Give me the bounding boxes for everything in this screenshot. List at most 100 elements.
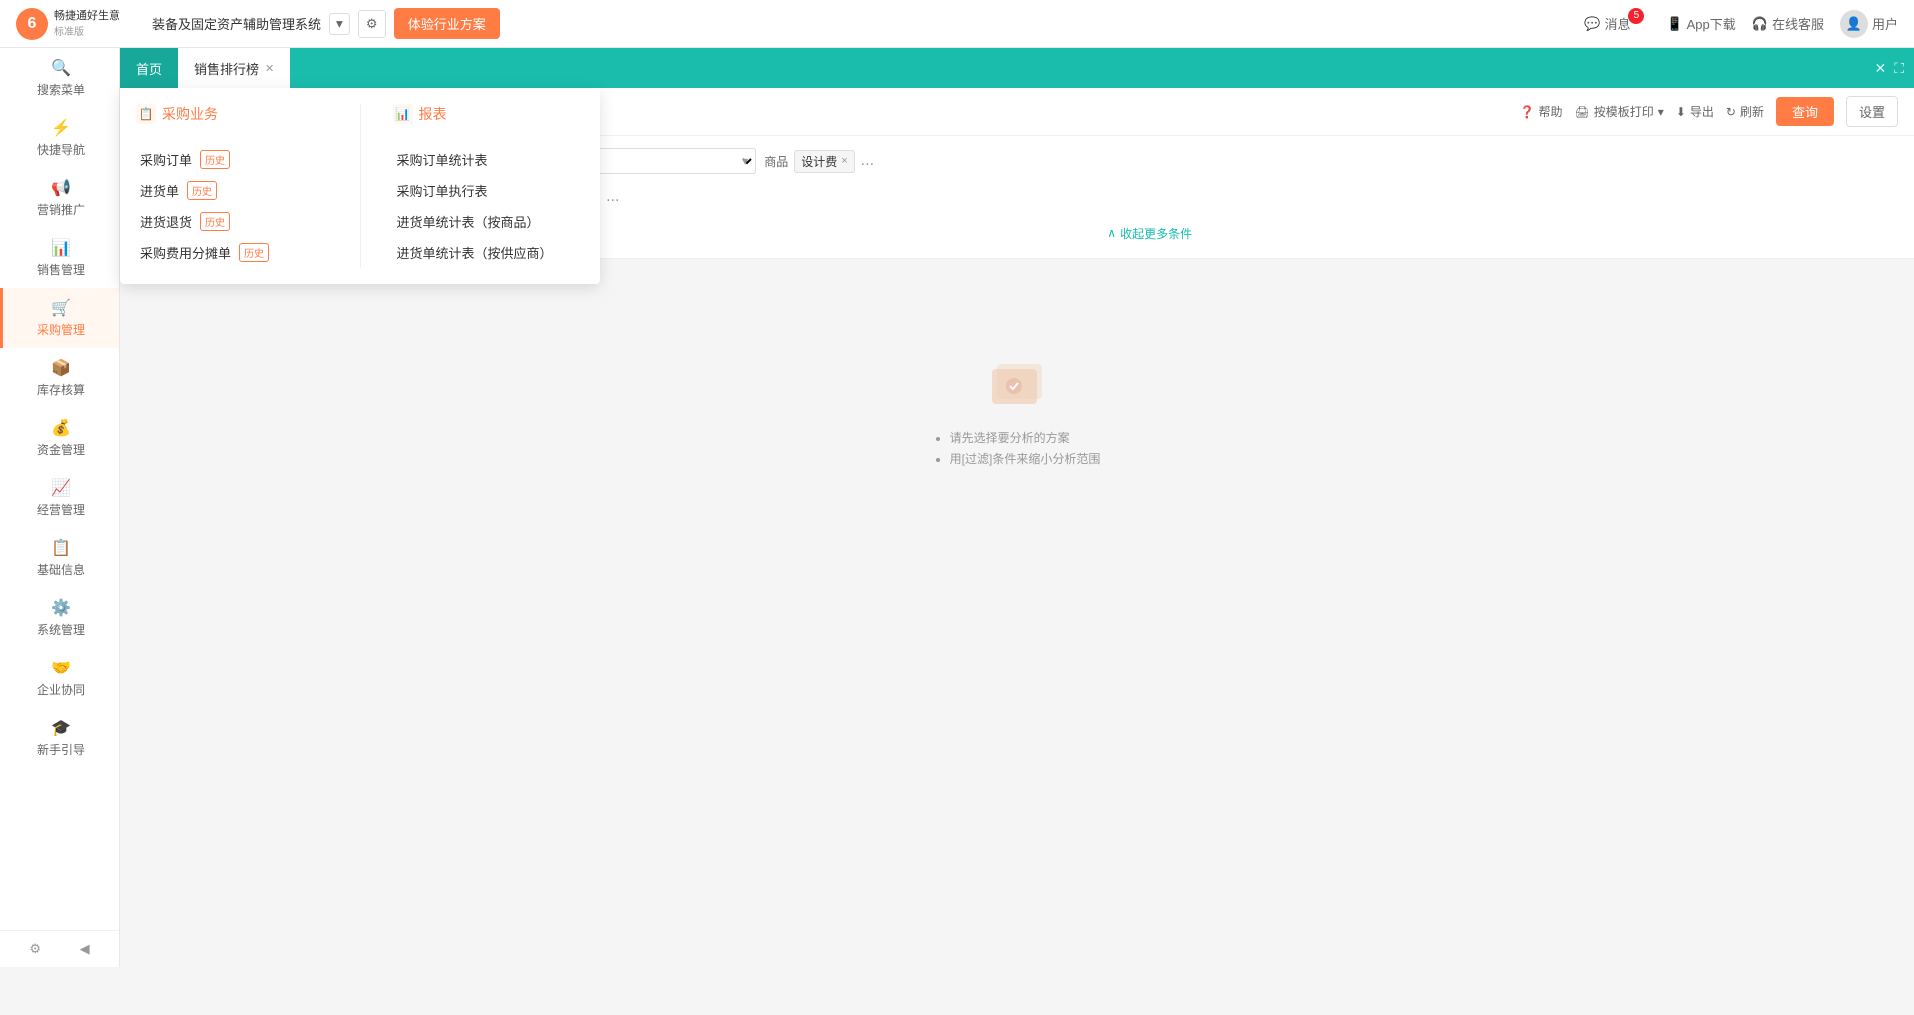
export-icon: ⬇ (1676, 105, 1686, 119)
phone-icon: 📱 (1666, 16, 1682, 32)
purchase-section-icon: 📋 (136, 104, 156, 124)
menu-item-order-exec[interactable]: 采购订单执行表 (393, 175, 585, 206)
menu-item-purchase-order[interactable]: 采购订单 历史 (136, 144, 328, 175)
sidebar-label-finance: 资金管理 (37, 441, 85, 458)
print-icon: 🖨 (1575, 105, 1590, 119)
goods-label: 商品 (764, 153, 788, 170)
system-icon: ⚙️ (51, 598, 71, 618)
online-service-btn[interactable]: 🎧 在线客服 (1752, 14, 1824, 33)
sidebar-item-basic[interactable]: 📋 基础信息 (0, 528, 119, 588)
sidebar-settings-icon[interactable]: ⚙ (29, 941, 41, 957)
menu-divider (360, 104, 361, 268)
purchase-section: 📋 采购业务 采购订单 历史 进货单 历史 进货退货 历史 采购费用分摊单 历史 (136, 104, 328, 268)
report-section-icon: 📊 (393, 104, 413, 124)
search-icon: 🔍 (51, 58, 71, 78)
collapse-btn[interactable]: ∧ 收起更多条件 (1107, 225, 1192, 242)
salesperson-dots-btn[interactable]: ... (606, 188, 619, 206)
goods-tag-close[interactable]: × (841, 155, 847, 167)
menu-item-receive-stats-supplier[interactable]: 进货单统计表（按供应商） (393, 237, 585, 268)
basic-icon: 📋 (51, 538, 71, 558)
report-section: 📊 报表 采购订单统计表 采购订单执行表 进货单统计表（按商品） 进货单统计表（… (393, 104, 585, 268)
sidebar-item-purchase[interactable]: 🛒 采购管理 (0, 288, 119, 348)
export-btn[interactable]: ⬇ 导出 (1676, 103, 1714, 120)
status-dropdown-icon: ▾ (742, 154, 748, 168)
enterprise-icon: 🤝 (51, 658, 71, 678)
refresh-btn[interactable]: ↻ 刷新 (1726, 103, 1764, 120)
sidebar-item-marketing[interactable]: 📢 营销推广 (0, 168, 119, 228)
message-btn[interactable]: 💬 消息 5 (1584, 14, 1650, 33)
inventory-icon: 📦 (51, 358, 71, 378)
tab-close-all-icon[interactable]: ✕ (1874, 60, 1886, 77)
finance-icon: 💰 (51, 418, 71, 438)
tab-close-icon[interactable]: ✕ (265, 62, 274, 75)
sidebar-label-sales: 销售管理 (37, 261, 85, 278)
sidebar-collapse-icon[interactable]: ◀ (80, 941, 90, 957)
filter-goods: 商品 设计费 × ... (764, 150, 874, 173)
sidebar-label-purchase: 采购管理 (37, 321, 85, 338)
purchase-dropdown-menu: 📋 采购业务 采购订单 历史 进货单 历史 进货退货 历史 采购费用分摊单 历史… (120, 88, 600, 284)
empty-state: 请先选择要分析的方案 用[过滤]条件来缩小分析范围 (120, 259, 1914, 551)
sidebar-item-quick-nav[interactable]: ⚡ 快捷导航 (0, 108, 119, 168)
menu-item-receive-stats-goods[interactable]: 进货单统计表（按商品） (393, 206, 585, 237)
menu-item-expense[interactable]: 采购费用分摊单 历史 (136, 237, 328, 268)
tab-fullscreen-icon[interactable]: ⛶ (1894, 60, 1904, 77)
empty-tip-2: 用[过滤]条件来缩小分析范围 (950, 450, 1101, 467)
message-icon: 💬 (1584, 16, 1600, 32)
return-label: 进货退货 (140, 212, 192, 231)
tab-sales-rank[interactable]: 销售排行榜 ✕ (178, 48, 290, 88)
collapse-up-icon: ∧ (1107, 226, 1116, 240)
marketing-icon: 📢 (51, 178, 71, 198)
logo-text-area: 畅捷通好生意 标准版 (54, 9, 120, 38)
sidebar-label-search: 搜索菜单 (37, 81, 85, 98)
empty-tips: 请先选择要分析的方案 用[过滤]条件来缩小分析范围 (934, 429, 1101, 471)
tab-bar-right: ✕ ⛶ (1874, 60, 1914, 77)
expense-label: 采购费用分摊单 (140, 243, 231, 262)
sidebar-item-finance[interactable]: 💰 资金管理 (0, 408, 119, 468)
sidebar-label-system: 系统管理 (37, 621, 85, 638)
sidebar-item-system[interactable]: ⚙️ 系统管理 (0, 588, 119, 648)
top-header: 6 畅捷通好生意 标准版 装备及固定资产辅助管理系统 ▾ ⚙ 体验行业方案 💬 … (0, 0, 1914, 48)
query-btn[interactable]: 查询 (1776, 97, 1834, 126)
sidebar-label-newbie: 新手引导 (37, 741, 85, 758)
history-badge-3: 历史 (200, 212, 230, 231)
purchase-icon: 🛒 (51, 298, 71, 318)
system-title: 装备及固定资产辅助管理系统 (152, 14, 321, 33)
sidebar-item-operation[interactable]: 📈 经营管理 (0, 468, 119, 528)
history-badge-2: 历史 (187, 181, 217, 200)
logo-area: 6 畅捷通好生意 标准版 (16, 8, 136, 40)
template-print-btn[interactable]: 🖨 按模板打印 ▾ (1575, 103, 1664, 120)
menu-item-receive[interactable]: 进货单 历史 (136, 175, 328, 206)
receive-label: 进货单 (140, 181, 179, 200)
goods-dots-btn[interactable]: ... (861, 152, 874, 170)
menu-item-return[interactable]: 进货退货 历史 (136, 206, 328, 237)
app-download-btn[interactable]: 📱 App下载 (1666, 14, 1735, 33)
sidebar-label-marketing: 营销推广 (37, 201, 85, 218)
sidebar-item-inventory[interactable]: 📦 库存核算 (0, 348, 119, 408)
header-right: 💬 消息 5 📱 App下载 🎧 在线客服 👤 用户 (1584, 10, 1898, 38)
sidebar-item-sales[interactable]: 📊 销售管理 (0, 228, 119, 288)
system-dropdown-btn[interactable]: ▾ (329, 13, 350, 35)
logo-sub: 标准版 (54, 23, 120, 38)
help-btn[interactable]: ❓ 帮助 (1520, 103, 1563, 120)
sidebar-bottom: ⚙ ◀ (0, 930, 119, 967)
sidebar-item-newbie[interactable]: 🎓 新手引导 (0, 708, 119, 768)
tab-home[interactable]: 首页 (120, 48, 178, 88)
help-icon: ❓ (1520, 105, 1535, 119)
logo-text: 畅捷通好生意 (54, 9, 120, 23)
sidebar-item-search[interactable]: 🔍 搜索菜单 (0, 48, 119, 108)
settings-btn-page[interactable]: 设置 (1846, 96, 1898, 127)
user-btn[interactable]: 👤 用户 (1840, 10, 1898, 38)
sidebar-label-operation: 经营管理 (37, 501, 85, 518)
tab-sales-rank-label: 销售排行榜 (194, 59, 259, 78)
sidebar-label-basic: 基础信息 (37, 561, 85, 578)
sidebar-label-enterprise: 企业协同 (37, 681, 85, 698)
header-middle: 装备及固定资产辅助管理系统 ▾ ⚙ 体验行业方案 (136, 8, 1584, 39)
menu-item-order-stats[interactable]: 采购订单统计表 (393, 144, 585, 175)
avatar: 👤 (1840, 10, 1868, 38)
empty-illustration (977, 339, 1057, 419)
sidebar-item-enterprise[interactable]: 🤝 企业协同 (0, 648, 119, 708)
print-dropdown-icon: ▾ (1658, 105, 1664, 119)
industry-btn[interactable]: 体验行业方案 (394, 8, 500, 39)
settings-gear-btn[interactable]: ⚙ (358, 10, 386, 38)
logo-icon: 6 (16, 8, 48, 40)
